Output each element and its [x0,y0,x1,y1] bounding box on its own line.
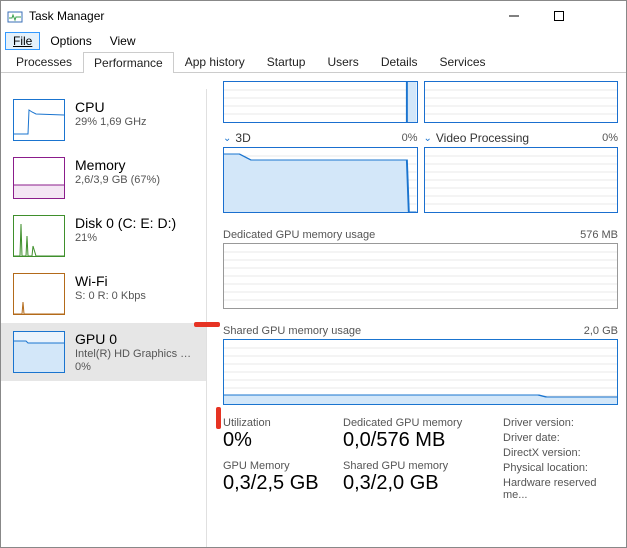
stat-ded-label: Dedicated GPU memory [343,417,483,429]
tab-services[interactable]: Services [429,51,497,72]
maximize-button[interactable] [536,2,581,30]
sidebar-memory-title: Memory [75,157,196,173]
titlebar: Task Manager [1,1,626,31]
sidebar-wifi-sub: S: 0 R: 0 Kbps [75,290,196,302]
tab-app-history[interactable]: App history [174,51,256,72]
sidebar-gpu-pct: 0% [75,361,196,373]
mini-3d-label: 3D [235,131,250,145]
sidebar-item-memory[interactable]: Memory 2,6/3,9 GB (67%) [1,149,206,207]
mini-video-graph [424,147,619,213]
sidebar-memory-sub: 2,6/3,9 GB (67%) [75,174,196,186]
chevron-down-icon[interactable]: ⌄ [424,133,432,144]
stat-util-value: 0% [223,429,323,452]
stat-driver-date: Driver date: [503,432,618,444]
window-title: Task Manager [29,9,491,23]
tab-processes[interactable]: Processes [5,51,83,72]
shared-mem-graph [223,339,618,405]
sidebar-disk-sub: 21% [75,232,196,244]
minimize-button[interactable] [491,2,536,30]
sidebar-gpu-title: GPU 0 [75,331,196,347]
menu-file[interactable]: File [5,32,40,50]
stat-shr-label: Shared GPU memory [343,460,483,472]
stat-driver-version: Driver version: [503,417,618,429]
sidebar-item-gpu[interactable]: GPU 0 Intel(R) HD Graphics Family 0% [1,323,206,381]
stat-hardware-reserved: Hardware reserved me... [503,477,618,501]
tabbar: Processes Performance App history Startu… [1,51,626,73]
dedicated-mem-max: 576 MB [580,229,618,241]
task-manager-icon [7,8,23,24]
chevron-down-icon[interactable]: ⌄ [223,133,231,144]
stat-shr-value: 0,3/2,0 GB [343,472,483,495]
dedicated-mem-label: Dedicated GPU memory usage [223,229,375,241]
mini-3d-graph [223,147,418,213]
stat-gpum-label: GPU Memory [223,460,323,472]
sidebar: CPU 29% 1,69 GHz Memory 2,6/3,9 GB (67%) [1,73,206,547]
stat-gpum-value: 0,3/2,5 GB [223,472,323,495]
detail-panel: ⌄ 3D 0% ⌄ Video Processing 0% [207,73,626,547]
tab-startup[interactable]: Startup [256,51,317,72]
sidebar-disk-title: Disk 0 (C: E: D:) [75,215,196,231]
tab-users[interactable]: Users [316,51,369,72]
stat-directx: DirectX version: [503,447,618,459]
stat-ded-value: 0,0/576 MB [343,429,483,452]
sidebar-gpu-sub: Intel(R) HD Graphics Family [75,348,196,360]
sidebar-wifi-title: Wi-Fi [75,273,196,289]
menubar: File Options View [1,31,626,51]
gpu-top-graph-left [223,81,418,123]
menu-options[interactable]: Options [42,32,99,50]
tab-performance[interactable]: Performance [83,52,174,73]
sidebar-item-cpu[interactable]: CPU 29% 1,69 GHz [1,91,206,149]
gpu-top-graph-right [424,81,619,123]
shared-mem-max: 2,0 GB [584,325,618,337]
stat-util-label: Utilization [223,417,323,429]
mini-video-label: Video Processing [436,131,529,145]
mini-video-pct: 0% [602,132,618,144]
stat-location: Physical location: [503,462,618,474]
sidebar-item-disk[interactable]: Disk 0 (C: E: D:) 21% [1,207,206,265]
tab-details[interactable]: Details [370,51,429,72]
dedicated-mem-graph [223,243,618,309]
menu-view[interactable]: View [102,32,144,50]
sidebar-cpu-title: CPU [75,99,196,115]
shared-mem-label: Shared GPU memory usage [223,325,361,337]
sidebar-cpu-sub: 29% 1,69 GHz [75,116,196,128]
mini-3d-pct: 0% [402,132,418,144]
sidebar-item-wifi[interactable]: Wi-Fi S: 0 R: 0 Kbps [1,265,206,323]
